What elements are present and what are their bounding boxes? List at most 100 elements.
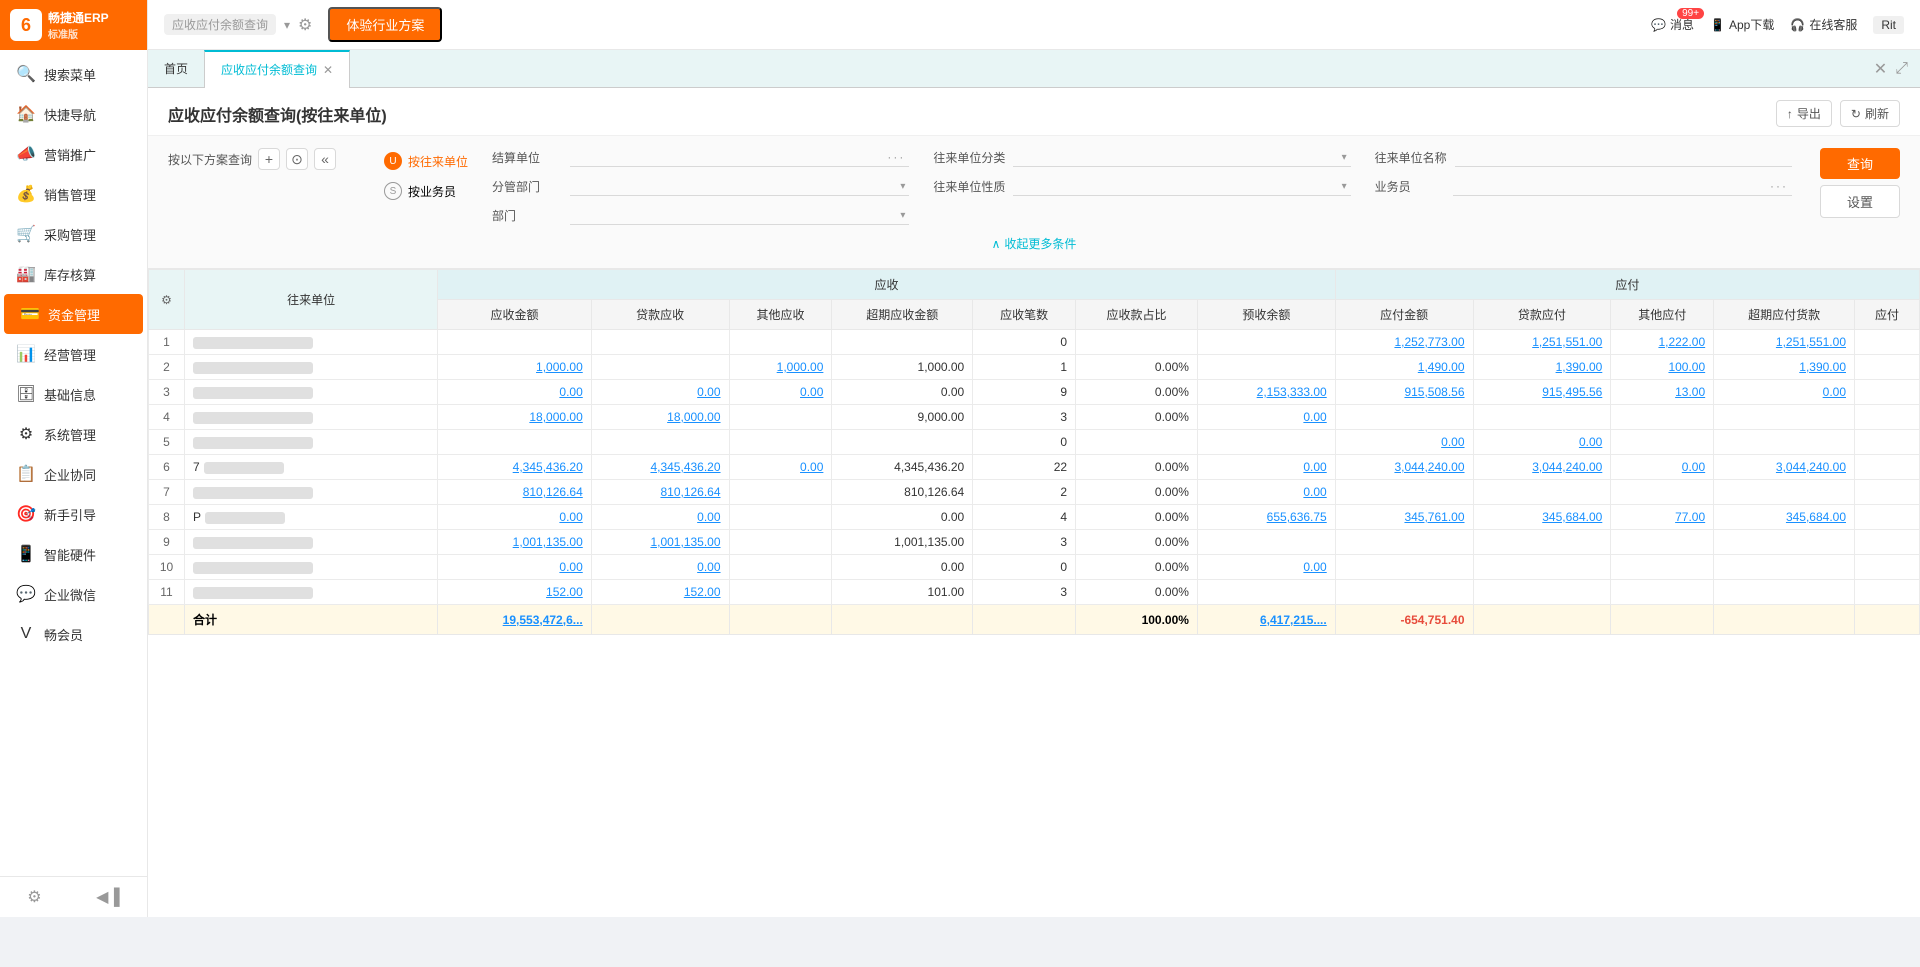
data-table: ⚙ 往来单位 应收 应付 应收金额 贷款应收 其他应收 超期应收金额 应收笔数 … — [148, 269, 1920, 635]
page-content: 应收应付余额查询(按往来单位) ↑ 导出 ↻ 刷新 按以下方案查询 + — [148, 88, 1920, 917]
sidebar-item-sales[interactable]: 💰销售管理 — [0, 174, 147, 214]
table-row: 418,000.0018,000.009,000.0030.00%0.00 — [149, 405, 1920, 430]
filter-collapse-btn[interactable]: ∧ 收起更多条件 — [168, 231, 1900, 256]
dept-managed-input[interactable]: ▾ — [570, 177, 909, 196]
query-set-area: 查询 设置 — [1808, 148, 1900, 218]
close-window-icon[interactable]: ✕ — [1874, 59, 1887, 79]
sidebar-item-purchase[interactable]: 🛒采购管理 — [0, 214, 147, 254]
tab-bar: 首页 应收应付余额查询 ✕ ✕ ⤢ — [148, 50, 1920, 88]
settings-bottom-icon[interactable]: ⚙ — [27, 887, 41, 907]
table-area: ⚙ 往来单位 应收 应付 应收金额 贷款应收 其他应收 超期应收金额 应收笔数 … — [148, 269, 1920, 917]
salesperson-input[interactable]: ··· — [1453, 177, 1792, 196]
field-unit-nature: 往来单位性质 ▾ — [933, 177, 1350, 196]
table-row: 674,345,436.204,345,436.200.004,345,436.… — [149, 455, 1920, 480]
th-ap-amount: 应付金额 — [1335, 300, 1473, 330]
table-row: 11152.00152.00101.0030.00% — [149, 580, 1920, 605]
logo-icon: 6 — [10, 9, 42, 41]
footer-label: 合计 — [185, 605, 438, 635]
unit-nature-input[interactable]: ▾ — [1013, 177, 1350, 196]
add-scheme-btn[interactable]: + — [258, 148, 280, 170]
footer-ar-prepay[interactable]: 6,417,215.... — [1197, 605, 1335, 635]
sidebar-item-wechat[interactable]: 💬企业微信 — [0, 574, 147, 614]
marketing-icon: 📣 — [16, 144, 36, 164]
finance-icon: 💳 — [20, 304, 40, 324]
field-dept: 部门 ▾ — [492, 206, 909, 225]
th-group-ap: 应付 — [1335, 270, 1919, 300]
edit-scheme-btn[interactable]: ⊙ — [286, 148, 308, 170]
table-row: 7810,126.64810,126.64810,126.6420.00%0.0… — [149, 480, 1920, 505]
nav-option-by-unit[interactable]: U 按往来单位 — [376, 148, 476, 174]
sidebar-item-guide[interactable]: 🎯新手引导 — [0, 494, 147, 534]
th-settings[interactable]: ⚙ — [149, 270, 185, 330]
table-footer: 合计 19,553,472,6... 100.00% 6,417,215....… — [149, 605, 1920, 635]
table-row: 21,000.001,000.001,000.0010.00%1,490.001… — [149, 355, 1920, 380]
promo-button[interactable]: 体验行业方案 — [328, 7, 442, 42]
sidebar-item-search-menu[interactable]: 🔍搜索菜单 — [0, 54, 147, 94]
sidebar-item-operations[interactable]: 📊经营管理 — [0, 334, 147, 374]
tab-close-icon[interactable]: ✕ — [323, 63, 333, 77]
th-ap-loan: 贷款应付 — [1473, 300, 1611, 330]
page-title: 应收应付余额查询(按往来单位) — [168, 102, 387, 126]
window-controls: ✕ ⤢ — [1874, 59, 1920, 79]
unit-category-input[interactable]: ▾ — [1013, 148, 1350, 167]
purchase-icon: 🛒 — [16, 224, 36, 244]
header: 应收应付余额查询 ▾ ⚙ 体验行业方案 💬 消息 99+ 📱 App下载 🎧 在… — [148, 0, 1920, 50]
sidebar-item-warehouse[interactable]: 🏭库存核算 — [0, 254, 147, 294]
table-row: 91,001,135.001,001,135.001,001,135.0030.… — [149, 530, 1920, 555]
table-row: 8P0.000.000.0040.00%655,636.75345,761.00… — [149, 505, 1920, 530]
th-ap-other: 其他应付 — [1611, 300, 1714, 330]
basic-icon: 🗄 — [16, 384, 36, 404]
username-display[interactable]: Rit — [1873, 16, 1904, 34]
dept-input[interactable]: ▾ — [570, 206, 909, 225]
filter-area: 按以下方案查询 + ⊙ « U 按往来单位 S 按业务员 — [148, 136, 1920, 269]
sidebar-item-basic[interactable]: 🗄基础信息 — [0, 374, 147, 414]
sidebar-item-system[interactable]: ⚙系统管理 — [0, 414, 147, 454]
sidebar-item-quick-nav[interactable]: 🏠快捷导航 — [0, 94, 147, 134]
table-row: 101,252,773.001,251,551.001,222.001,251,… — [149, 330, 1920, 355]
unit-name-input[interactable] — [1455, 148, 1792, 167]
query-button[interactable]: 查询 — [1820, 148, 1900, 179]
search-menu-icon: 🔍 — [16, 64, 36, 84]
sidebar-item-member[interactable]: V畅会员 — [0, 614, 147, 654]
maximize-window-icon[interactable]: ⤢ — [1895, 60, 1908, 78]
refresh-button[interactable]: ↻ 刷新 — [1840, 100, 1900, 127]
export-button[interactable]: ↑ 导出 — [1776, 100, 1832, 127]
tab-home[interactable]: 首页 — [148, 50, 204, 88]
settings-button[interactable]: 设置 — [1820, 185, 1900, 218]
chevron-down-icon[interactable]: ▾ — [284, 18, 290, 32]
th-ar-ratio: 应收款占比 — [1076, 300, 1198, 330]
main-content: 首页 应收应付余额查询 ✕ ✕ ⤢ 应收应付余额查询(按往来单位) ↑ 导出 ↻… — [148, 50, 1920, 917]
collapse-sidebar-icon[interactable]: ◀▐ — [96, 887, 120, 907]
th-ar-loan: 贷款应收 — [591, 300, 729, 330]
page-header: 应收应付余额查询(按往来单位) ↑ 导出 ↻ 刷新 — [148, 88, 1920, 136]
nav-option-by-staff[interactable]: S 按业务员 — [376, 178, 476, 204]
system-icon: ⚙ — [16, 424, 36, 444]
guide-icon: 🎯 — [16, 504, 36, 524]
tab-ar-ap[interactable]: 应收应付余额查询 ✕ — [204, 50, 350, 88]
message-button[interactable]: 💬 消息 99+ — [1651, 16, 1694, 33]
back-scheme-btn[interactable]: « — [314, 148, 336, 170]
online-service-button[interactable]: 🎧 在线客服 — [1790, 16, 1857, 33]
sidebar-nav: 🔍搜索菜单🏠快捷导航📣营销推广💰销售管理🛒采购管理🏭库存核算💳资金管理📊经营管理… — [0, 50, 147, 876]
settlement-unit-input[interactable]: ··· — [570, 148, 909, 167]
th-group-ar: 应收 — [438, 270, 1336, 300]
th-ar-overdue: 超期应收金额 — [832, 300, 973, 330]
sidebar-item-corp[interactable]: 📋企业协同 — [0, 454, 147, 494]
footer-ar-ratio: 100.00% — [1076, 605, 1198, 635]
field-salesperson: 业务员 ··· — [1375, 177, 1792, 196]
app-download-button[interactable]: 📱 App下载 — [1710, 16, 1774, 33]
gear-icon[interactable]: ⚙ — [298, 15, 312, 35]
collapse-icon: ∧ — [992, 237, 1001, 251]
footer-ar-amount[interactable]: 19,553,472,6... — [438, 605, 592, 635]
quick-nav-icon: 🏠 — [16, 104, 36, 124]
header-right: 💬 消息 99+ 📱 App下载 🎧 在线客服 Rit — [1651, 16, 1904, 34]
table-body: 101,252,773.001,251,551.001,222.001,251,… — [149, 330, 1920, 605]
header-left: 应收应付余额查询 ▾ ⚙ 体验行业方案 — [164, 7, 1651, 42]
sidebar-item-finance[interactable]: 💳资金管理 — [4, 294, 143, 334]
sidebar-item-marketing[interactable]: 📣营销推广 — [0, 134, 147, 174]
footer-ap-amount: -654,751.40 — [1335, 605, 1473, 635]
sidebar: 6 畅捷通ERP 标准版 🔍搜索菜单🏠快捷导航📣营销推广💰销售管理🛒采购管理🏭库… — [0, 0, 148, 917]
corp-icon: 📋 — [16, 464, 36, 484]
sidebar-item-hardware[interactable]: 📱智能硬件 — [0, 534, 147, 574]
headset-icon: 🎧 — [1790, 18, 1805, 32]
